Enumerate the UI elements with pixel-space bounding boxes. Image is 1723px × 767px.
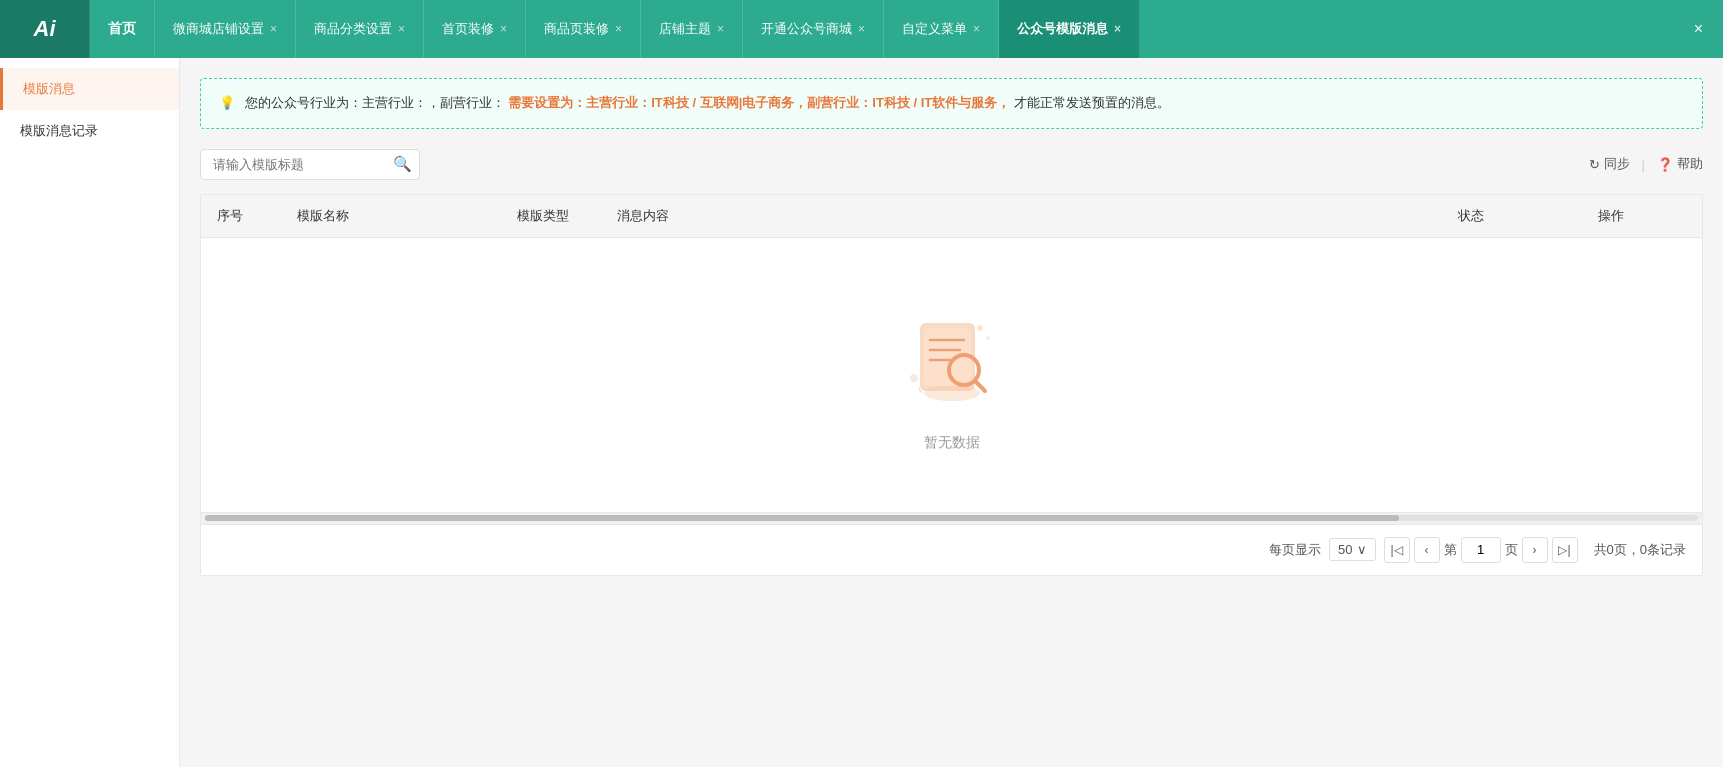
tab-theme-close[interactable]: × — [717, 22, 724, 36]
last-page-icon: ▷| — [1558, 543, 1570, 557]
per-page-select[interactable]: 50 ∨ — [1329, 538, 1375, 561]
data-table: 序号 模版名称 模版类型 消息内容 状态 操作 — [200, 194, 1703, 576]
sync-button[interactable]: ↻ 同步 — [1589, 155, 1630, 173]
svg-point-9 — [977, 325, 983, 331]
tab-category-label: 商品分类设置 — [314, 20, 392, 38]
page-label: 第 — [1444, 541, 1457, 559]
chevron-down-icon: ∨ — [1357, 542, 1367, 557]
prev-page-button[interactable]: ‹ — [1414, 537, 1440, 563]
sidebar-item-template-record[interactable]: 模版消息记录 — [0, 110, 179, 152]
tab-product-label: 商品页装修 — [544, 20, 609, 38]
tab-menu[interactable]: 自定义菜单 × — [884, 0, 999, 58]
notice-text-after: 才能正常发送预置的消息。 — [1014, 95, 1170, 110]
page-unit: 页 — [1505, 541, 1518, 559]
help-icon: ❓ — [1657, 157, 1673, 172]
sidebar-item-template-msg[interactable]: 模版消息 — [0, 68, 179, 110]
first-page-button[interactable]: |◁ — [1384, 537, 1410, 563]
tab-template-msg-close[interactable]: × — [1114, 22, 1121, 36]
tab-template-msg-label: 公众号模版消息 — [1017, 20, 1108, 38]
table-header: 序号 模版名称 模版类型 消息内容 状态 操作 — [201, 195, 1702, 238]
sync-label: 同步 — [1604, 155, 1630, 173]
empty-state: 暂无数据 — [201, 238, 1702, 512]
page-input[interactable] — [1461, 537, 1501, 563]
next-page-button[interactable]: › — [1522, 537, 1548, 563]
notice-banner: 💡 您的公众号行业为：主营行业：，副营行业： 需要设置为：主营行业：IT科技 /… — [200, 78, 1703, 129]
tab-theme[interactable]: 店铺主题 × — [641, 0, 743, 58]
tab-home-label: 首页 — [108, 20, 136, 38]
global-close-button[interactable]: × — [1674, 0, 1723, 58]
search-bar: 🔍 ↻ 同步 | ❓ 帮助 — [200, 149, 1703, 180]
tab-category-close[interactable]: × — [398, 22, 405, 36]
total-text: 共0页，0条记录 — [1594, 541, 1686, 559]
tab-weshop[interactable]: 微商城店铺设置 × — [155, 0, 296, 58]
first-page-icon: |◁ — [1390, 543, 1402, 557]
scrollbar-track[interactable] — [205, 515, 1698, 521]
th-action: 操作 — [1582, 195, 1702, 237]
search-divider: | — [1642, 157, 1645, 172]
svg-point-10 — [986, 336, 990, 340]
svg-point-11 — [910, 374, 918, 382]
tab-category[interactable]: 商品分类设置 × — [296, 0, 424, 58]
scrollbar-wrap[interactable] — [201, 512, 1702, 524]
th-name: 模版名称 — [281, 195, 501, 237]
sidebar-item-template-record-label: 模版消息记录 — [20, 123, 98, 138]
tab-mall[interactable]: 开通公众号商城 × — [743, 0, 884, 58]
search-right: ↻ 同步 | ❓ 帮助 — [1589, 155, 1703, 173]
app-logo: Ai — [0, 0, 90, 58]
pagination: 每页显示 50 ∨ |◁ ‹ 第 页 › — [201, 524, 1702, 575]
search-input[interactable] — [200, 149, 420, 180]
empty-text: 暂无数据 — [924, 434, 980, 452]
help-label: 帮助 — [1677, 155, 1703, 173]
tab-mall-label: 开通公众号商城 — [761, 20, 852, 38]
th-seq: 序号 — [201, 195, 281, 237]
per-page-value: 50 — [1338, 542, 1352, 557]
scrollbar-thumb[interactable] — [205, 515, 1399, 521]
prev-page-icon: ‹ — [1425, 543, 1429, 557]
page-nav: |◁ ‹ 第 页 › ▷| — [1384, 537, 1578, 563]
tab-weshop-close[interactable]: × — [270, 22, 277, 36]
tab-product-close[interactable]: × — [615, 22, 622, 36]
next-page-icon: › — [1533, 543, 1537, 557]
th-type: 模版类型 — [501, 195, 601, 237]
notice-highlight: 需要设置为：主营行业：IT科技 / 互联网|电子商务，副营行业：IT科技 / I… — [508, 95, 1010, 110]
tab-weshop-label: 微商城店铺设置 — [173, 20, 264, 38]
sidebar-item-template-msg-label: 模版消息 — [23, 81, 75, 96]
search-input-wrap: 🔍 — [200, 149, 420, 180]
tab-bar: Ai 首页 微商城店铺设置 × 商品分类设置 × 首页装修 × 商品页装修 × … — [0, 0, 1723, 58]
search-button[interactable]: 🔍 — [393, 155, 412, 173]
notice-text-before: 您的公众号行业为：主营行业：，副营行业： — [245, 95, 505, 110]
tab-mall-close[interactable]: × — [858, 22, 865, 36]
th-content: 消息内容 — [601, 195, 1442, 237]
per-page-label: 每页显示 — [1269, 541, 1321, 559]
tab-home[interactable]: 首页 — [90, 0, 155, 58]
tab-product[interactable]: 商品页装修 × — [526, 0, 641, 58]
tab-homepage-label: 首页装修 — [442, 20, 494, 38]
th-status: 状态 — [1442, 195, 1582, 237]
refresh-icon: ↻ — [1589, 157, 1600, 172]
notice-icon: 💡 — [219, 95, 235, 110]
search-icon: 🔍 — [393, 155, 412, 172]
last-page-button[interactable]: ▷| — [1552, 537, 1578, 563]
help-button[interactable]: ❓ 帮助 — [1657, 155, 1703, 173]
tab-theme-label: 店铺主题 — [659, 20, 711, 38]
tab-menu-close[interactable]: × — [973, 22, 980, 36]
tab-menu-label: 自定义菜单 — [902, 20, 967, 38]
sidebar: 模版消息 模版消息记录 — [0, 58, 180, 767]
main-layout: 模版消息 模版消息记录 💡 您的公众号行业为：主营行业：，副营行业： 需要设置为… — [0, 58, 1723, 767]
tab-homepage[interactable]: 首页装修 × — [424, 0, 526, 58]
tab-homepage-close[interactable]: × — [500, 22, 507, 36]
svg-point-7 — [954, 360, 974, 380]
search-left: 🔍 — [200, 149, 420, 180]
tab-template-msg[interactable]: 公众号模版消息 × — [999, 0, 1140, 58]
content-area: 💡 您的公众号行业为：主营行业：，副营行业： 需要设置为：主营行业：IT科技 /… — [180, 58, 1723, 767]
empty-illustration — [892, 298, 1012, 418]
